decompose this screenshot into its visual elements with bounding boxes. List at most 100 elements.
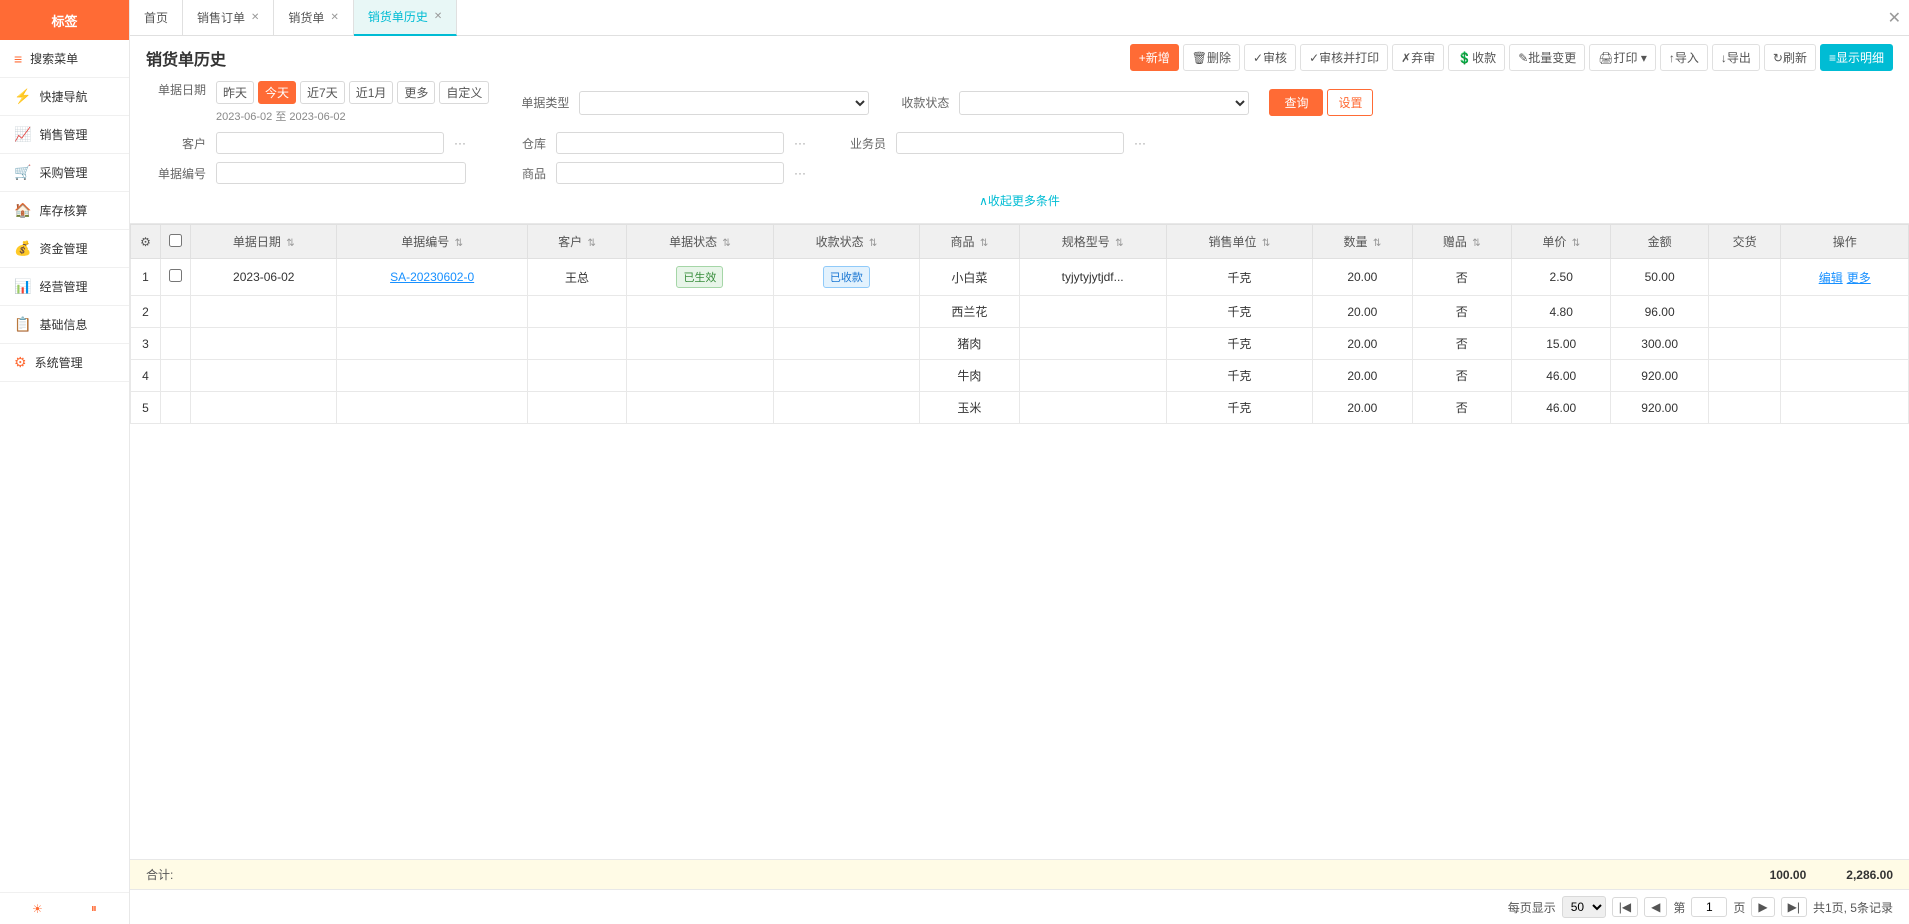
batch-change-label: 批量变更: [1528, 49, 1576, 66]
row-pay-status: 已收款: [773, 259, 919, 296]
sort-doc-date-icon[interactable]: ⇅: [286, 238, 294, 249]
sidebar-item-search-menu[interactable]: ≡ 搜索菜单: [0, 40, 129, 78]
audit-label: 审核: [1263, 49, 1287, 66]
date-btn-1month[interactable]: 近1月: [349, 81, 394, 104]
sort-pay-status-icon[interactable]: ⇅: [869, 238, 877, 249]
first-page-btn[interactable]: |◀: [1612, 897, 1638, 917]
sidebar-item-finance-mgmt[interactable]: 💰 资金管理: [0, 230, 129, 268]
sort-spec-icon[interactable]: ⇅: [1115, 238, 1123, 249]
row-num-cell: 2: [131, 296, 161, 328]
sidebar-item-purchase-mgmt[interactable]: 🛒 采购管理: [0, 154, 129, 192]
col-doc-date: 单据日期 ⇅: [191, 225, 337, 259]
salesperson-picker-btn[interactable]: ···: [1134, 136, 1146, 150]
sort-qty-icon[interactable]: ⇅: [1373, 238, 1381, 249]
per-page-select[interactable]: 50: [1562, 896, 1606, 918]
collapse-filter-btn[interactable]: ∧ 收起更多条件: [146, 188, 1893, 213]
doc-no-link[interactable]: SA-20230602-0: [390, 270, 474, 284]
customer-input[interactable]: [216, 132, 444, 154]
date-btn-today[interactable]: 今天: [258, 81, 296, 104]
tab-sales-order[interactable]: 销售订单 ✕: [183, 0, 274, 36]
row-doc-no: [337, 392, 527, 424]
sidebar-item-sys-mgmt[interactable]: ⚙ 系统管理: [0, 344, 129, 382]
query-button[interactable]: 查询: [1269, 89, 1323, 116]
close-sales-history-icon[interactable]: ✕: [434, 11, 442, 22]
tab-sales-delivery[interactable]: 销货单 ✕: [274, 0, 353, 36]
sort-gift-icon[interactable]: ⇅: [1472, 238, 1480, 249]
sort-unit-icon[interactable]: ⇅: [1262, 238, 1270, 249]
row-goods: 牛肉: [920, 360, 1019, 392]
warehouse-picker-btn[interactable]: ···: [794, 136, 806, 150]
delete-button[interactable]: 🗑 删除: [1183, 44, 1240, 71]
select-all-col[interactable]: [161, 225, 191, 259]
row-spec: [1019, 328, 1166, 360]
print-icon: 🖨: [1598, 51, 1613, 65]
sort-doc-status-icon[interactable]: ⇅: [722, 238, 730, 249]
batch-change-button[interactable]: ✎ 批量变更: [1509, 44, 1585, 71]
doc-no-input[interactable]: [216, 162, 466, 184]
more-action-btn[interactable]: 更多: [1847, 271, 1871, 285]
new-button[interactable]: + 新增: [1130, 44, 1179, 71]
footer-icon-2[interactable]: ⏸: [91, 901, 97, 916]
close-sales-order-icon[interactable]: ✕: [251, 12, 259, 23]
goods-picker-btn[interactable]: ···: [794, 166, 806, 180]
audit-button[interactable]: ✓ 审核: [1244, 44, 1296, 71]
sort-price-icon[interactable]: ⇅: [1572, 238, 1580, 249]
last-page-btn[interactable]: ▶|: [1781, 897, 1807, 917]
sidebar-item-quick-nav[interactable]: ⚡ 快捷导航: [0, 78, 129, 116]
row-unit: 千克: [1166, 392, 1312, 424]
warehouse-input[interactable]: [556, 132, 784, 154]
row-unit: 千克: [1166, 360, 1312, 392]
date-btn-custom[interactable]: 自定义: [439, 81, 489, 104]
show-detail-button[interactable]: ≡ 显示明细: [1820, 44, 1893, 71]
sidebar-item-ops-mgmt[interactable]: 📊 经营管理: [0, 268, 129, 306]
sort-customer-icon[interactable]: ⇅: [587, 238, 595, 249]
row-gift: 否: [1412, 259, 1511, 296]
date-btn-more[interactable]: 更多: [397, 81, 435, 104]
tab-sales-history[interactable]: 销货单历史 ✕: [354, 0, 457, 36]
sort-doc-no-icon[interactable]: ⇅: [455, 238, 463, 249]
print-button[interactable]: 🖨 打印 ▾: [1589, 44, 1656, 71]
page-number-input[interactable]: [1691, 897, 1727, 917]
table-row: 5 玉米 千克 20.00 否 46.00 920.00: [131, 392, 1909, 424]
salesperson-input[interactable]: [896, 132, 1124, 154]
prev-page-btn[interactable]: ◀: [1644, 897, 1667, 917]
row-unit: 千克: [1166, 296, 1312, 328]
customer-picker-btn[interactable]: ···: [454, 136, 466, 150]
purchase-icon: 🛒: [14, 164, 31, 181]
date-btn-7days[interactable]: 近7天: [300, 81, 345, 104]
collect-status-select[interactable]: [959, 91, 1249, 115]
row-unit: 千克: [1166, 328, 1312, 360]
doc-type-select[interactable]: [579, 91, 869, 115]
pay-status-badge: 已收款: [823, 266, 870, 288]
tab-home[interactable]: 首页: [130, 0, 183, 36]
col-amount: 金额: [1611, 225, 1708, 259]
row-checkbox-cell: [161, 328, 191, 360]
goods-input[interactable]: [556, 162, 784, 184]
row-checkbox[interactable]: [169, 269, 182, 282]
export-button[interactable]: ↓ 导出: [1712, 44, 1760, 71]
col-spec: 规格型号 ⇅: [1019, 225, 1166, 259]
select-all-checkbox[interactable]: [169, 234, 182, 247]
settings-button[interactable]: 设置: [1327, 89, 1373, 116]
edit-action-btn[interactable]: 编辑: [1819, 271, 1843, 285]
footer-icon-1[interactable]: ☀: [32, 902, 43, 916]
sidebar-item-sales-mgmt[interactable]: 📈 销售管理: [0, 116, 129, 154]
next-page-btn[interactable]: ▶: [1751, 897, 1774, 917]
discard-button[interactable]: ✗ 弃审: [1392, 44, 1444, 71]
gear-settings-col[interactable]: ⚙: [131, 225, 161, 259]
audit-print-button[interactable]: ✓ 审核并打印: [1300, 44, 1388, 71]
date-btn-yesterday[interactable]: 昨天: [216, 81, 254, 104]
row-spec: tyjytyjytjdf...: [1019, 259, 1166, 296]
row-doc-no: [337, 360, 527, 392]
row-transaction: [1708, 392, 1781, 424]
row-transaction: [1708, 328, 1781, 360]
sort-goods-icon[interactable]: ⇅: [980, 238, 988, 249]
close-all-tabs-btn[interactable]: ✕: [1888, 8, 1901, 28]
sidebar-item-basic-info[interactable]: 📋 基础信息: [0, 306, 129, 344]
collect-button[interactable]: 💲 收款: [1448, 44, 1505, 71]
sidebar-item-inventory[interactable]: 🏠 库存核算: [0, 192, 129, 230]
row-doc-status: 已生效: [627, 259, 773, 296]
import-button[interactable]: ↑ 导入: [1660, 44, 1708, 71]
refresh-button[interactable]: ↻ 刷新: [1764, 44, 1816, 71]
close-sales-delivery-icon[interactable]: ✕: [330, 12, 338, 23]
